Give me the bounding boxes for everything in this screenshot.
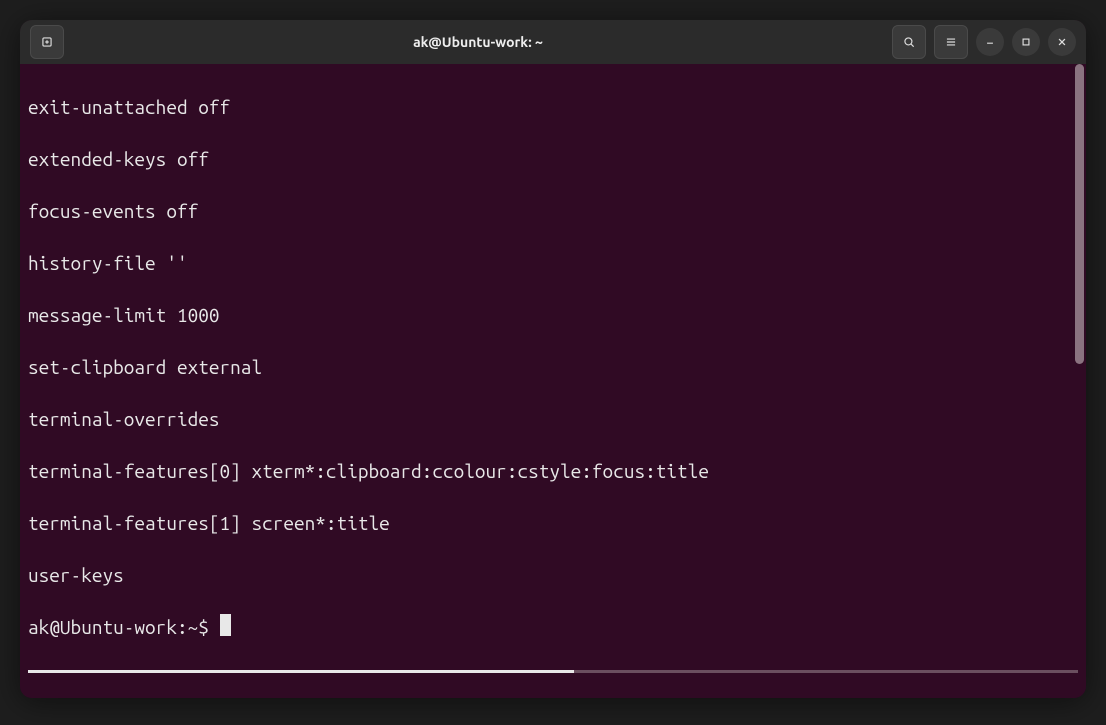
output-line: extended-keys off [28,146,1078,172]
shell-prompt: ak@Ubuntu-work:~$ [28,616,220,638]
terminal-window: ak@Ubuntu-work: ~ exit-unattached off ex… [20,20,1086,698]
output-line: history-file '' [28,250,1078,276]
close-button[interactable] [1048,28,1076,56]
output-line: focus-events off [28,198,1078,224]
output-line: exit-unattached off [28,94,1078,120]
new-tab-button[interactable] [30,25,64,59]
scrollbar[interactable] [1073,64,1086,698]
cursor [220,614,231,636]
prompt-line: ak@Ubuntu-work:~$ [28,614,1078,640]
pane-divider[interactable] [28,670,1078,676]
output-line: message-limit 1000 [28,302,1078,328]
minimize-button[interactable] [976,28,1004,56]
titlebar: ak@Ubuntu-work: ~ [20,20,1086,64]
hamburger-menu-button[interactable] [934,25,968,59]
output-line: terminal-overrides [28,406,1078,432]
output-line: terminal-features[0] xterm*:clipboard:cc… [28,458,1078,484]
maximize-button[interactable] [1012,28,1040,56]
scrollbar-thumb[interactable] [1075,64,1084,364]
output-line: set-clipboard external [28,354,1078,380]
window-title: ak@Ubuntu-work: ~ [72,34,884,50]
search-button[interactable] [892,25,926,59]
output-line: terminal-features[1] screen*:title [28,510,1078,536]
terminal-content[interactable]: exit-unattached off extended-keys off fo… [20,64,1086,698]
output-line: user-keys [28,562,1078,588]
